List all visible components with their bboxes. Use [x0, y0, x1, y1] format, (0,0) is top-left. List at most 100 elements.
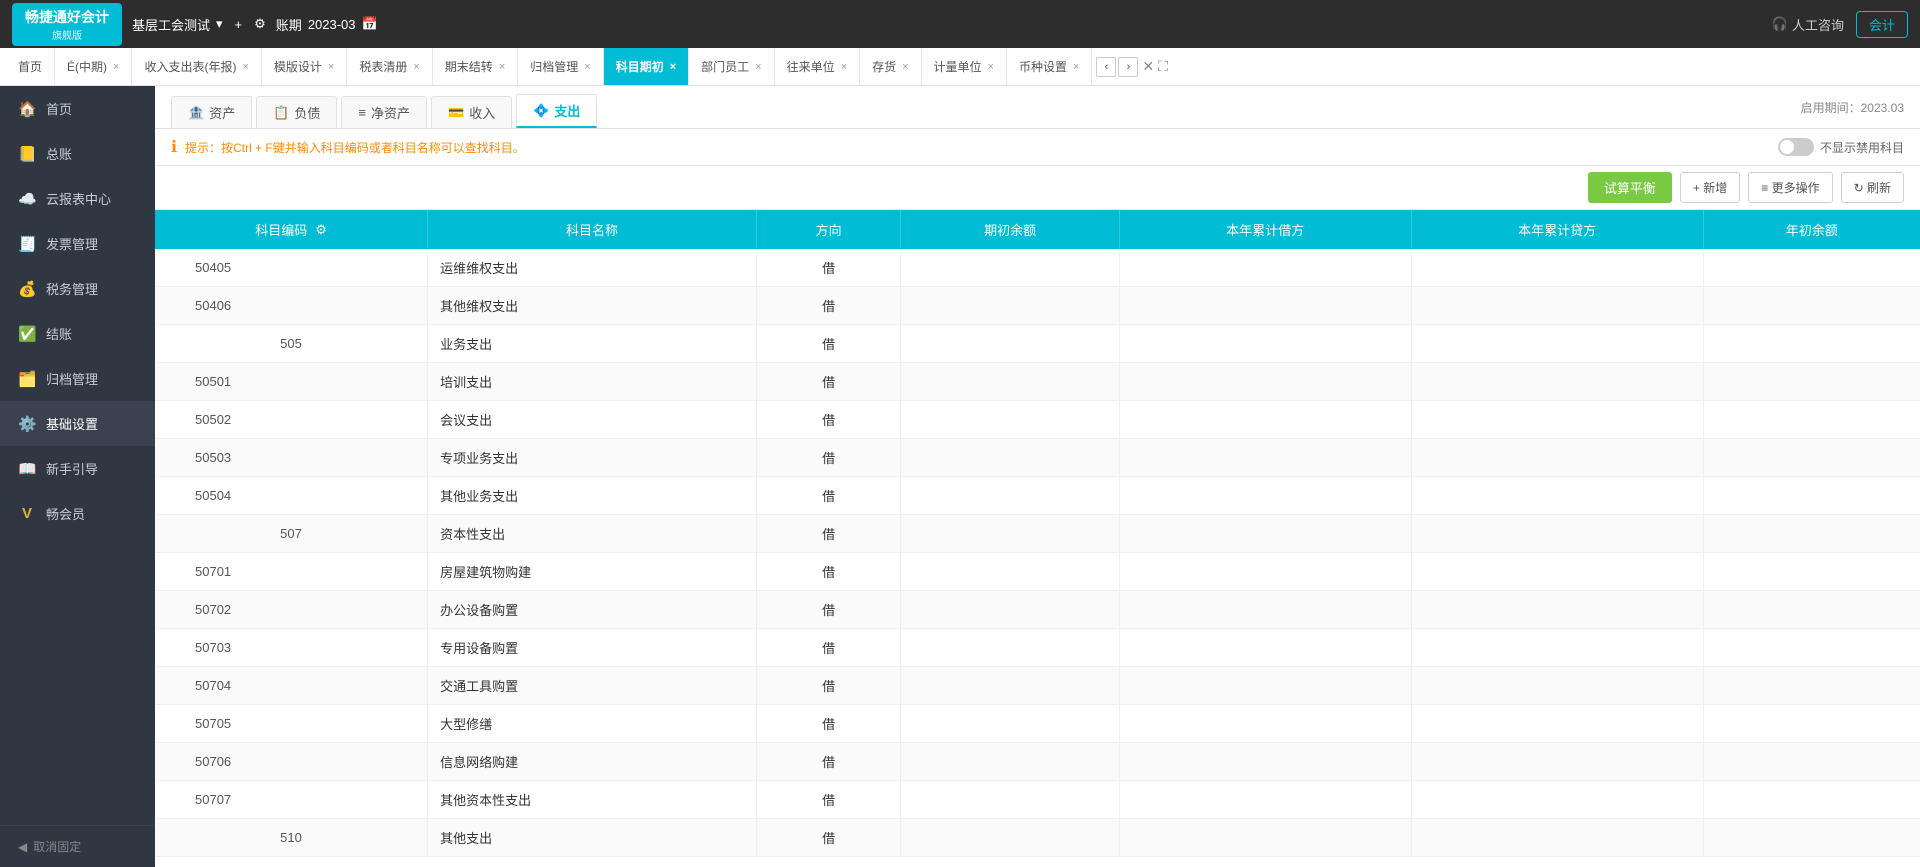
tab-home[interactable]: 首页	[6, 48, 55, 86]
cell-year-balance	[1703, 781, 1920, 819]
cell-name: 资本性支出	[428, 515, 757, 553]
tab-close-icon[interactable]: ×	[1073, 61, 1079, 73]
cell-year-balance	[1703, 515, 1920, 553]
tab-label: 收入支出表(年报)	[144, 58, 236, 75]
period-active-label: 启用期间：2023.03	[1801, 99, 1904, 122]
sidebar-item-close-account[interactable]: ✅ 结账	[0, 311, 155, 356]
cloud-icon: ☁️	[18, 190, 36, 208]
tab-tax-table[interactable]: 税表清册 ×	[347, 48, 432, 86]
sidebar-item-label: 总账	[46, 144, 72, 163]
tab-label: É(中期)	[67, 58, 107, 75]
table-row: 50406 其他维权支出 借	[155, 287, 1920, 325]
tab-archive[interactable]: 归档管理 ×	[518, 48, 603, 86]
invoice-icon: 🧾	[18, 235, 36, 253]
tab-subject-init[interactable]: 科目期初 ×	[604, 48, 689, 86]
tab-close-all-button[interactable]: ✕	[1142, 58, 1154, 75]
cell-direction: 借	[756, 401, 901, 439]
cell-name: 房屋建筑物购建	[428, 553, 757, 591]
cell-direction: 借	[756, 249, 901, 287]
add-button[interactable]: + 新增	[1680, 172, 1740, 203]
cell-name: 专项业务支出	[428, 439, 757, 477]
filter-tab-liability[interactable]: 📋 负债	[256, 96, 337, 128]
tab-close-icon[interactable]: ×	[755, 61, 761, 73]
cell-debit-ytd	[1119, 363, 1411, 401]
tab-department[interactable]: 部门员工 ×	[689, 48, 774, 86]
col-settings-icon[interactable]: ⚙	[315, 222, 327, 238]
cell-year-balance	[1703, 325, 1920, 363]
balance-button[interactable]: 试算平衡	[1588, 172, 1672, 203]
filter-tab-asset[interactable]: 🏦 资产	[171, 96, 252, 128]
cell-balance	[901, 401, 1119, 439]
filter-tab-bar: 🏦 资产 📋 负债 ≡ 净资产 💳 收入 💠 支出	[155, 86, 1920, 129]
filter-tab-net-asset[interactable]: ≡ 净资产	[341, 96, 427, 128]
sidebar-item-label: 基础设置	[46, 414, 98, 433]
cell-credit-ytd	[1411, 629, 1703, 667]
tab-period-carry[interactable]: 期末结转 ×	[433, 48, 518, 86]
sidebar-item-home[interactable]: 🏠 首页	[0, 86, 155, 131]
sidebar-item-label: 税务管理	[46, 279, 98, 298]
cell-credit-ytd	[1411, 553, 1703, 591]
table-row: 50702 办公设备购置 借	[155, 591, 1920, 629]
filter-tab-label: 支出	[554, 101, 580, 120]
sidebar-item-archive[interactable]: 🗂️ 归档管理	[0, 356, 155, 401]
col-balance: 期初余额	[901, 210, 1119, 249]
cell-credit-ytd	[1411, 249, 1703, 287]
tab-close-icon[interactable]: ×	[499, 61, 505, 73]
tab-close-icon[interactable]: ×	[584, 61, 590, 73]
sidebar-item-tax[interactable]: 💰 税务管理	[0, 266, 155, 311]
cell-debit-ytd	[1119, 325, 1411, 363]
tab-prev-button[interactable]: ‹	[1096, 57, 1116, 77]
sidebar-item-invoice[interactable]: 🧾 发票管理	[0, 221, 155, 266]
tab-close-icon[interactable]: ×	[988, 61, 994, 73]
more-button[interactable]: ≡ 更多操作	[1748, 172, 1832, 203]
sidebar-item-ledger[interactable]: 📒 总账	[0, 131, 155, 176]
tab-currency[interactable]: 币种设置 ×	[1007, 48, 1092, 86]
filter-tab-income[interactable]: 💳 收入	[431, 96, 512, 128]
project-selector[interactable]: 基层工会测试 ▾ + ⚙	[132, 15, 266, 34]
cell-balance	[901, 743, 1119, 781]
asset-icon: 🏦	[188, 105, 204, 121]
cell-credit-ytd	[1411, 363, 1703, 401]
tab-label: 期末结转	[445, 58, 493, 75]
tab-close-icon[interactable]: ×	[242, 61, 248, 73]
tab-unit[interactable]: 计量单位 ×	[922, 48, 1007, 86]
tab-label: 科目期初	[616, 58, 664, 75]
period-value: 2023-03	[308, 17, 356, 32]
sidebar-item-label: 归档管理	[46, 369, 98, 388]
tab-label: 往来单位	[787, 58, 835, 75]
tab-close-icon[interactable]: ×	[841, 61, 847, 73]
sidebar-item-label: 新手引导	[46, 459, 98, 478]
help-button[interactable]: 🎧 人工咨询	[1772, 15, 1844, 34]
tab-mid-period[interactable]: É(中期) ×	[55, 48, 132, 86]
filter-tab-expenditure[interactable]: 💠 支出	[516, 94, 597, 128]
tab-next-button[interactable]: ›	[1118, 57, 1138, 77]
cell-debit-ytd	[1119, 477, 1411, 515]
tab-label: 计量单位	[934, 58, 982, 75]
tab-close-icon[interactable]: ×	[902, 61, 908, 73]
tab-close-icon[interactable]: ×	[328, 61, 334, 73]
account-button[interactable]: 会计	[1856, 11, 1908, 38]
tab-income-annual[interactable]: 收入支出表(年报) ×	[132, 48, 261, 86]
cell-direction: 借	[756, 439, 901, 477]
cell-credit-ytd	[1411, 743, 1703, 781]
sidebar-item-member[interactable]: V 畅会员	[0, 491, 155, 536]
tab-close-icon[interactable]: ×	[113, 61, 119, 73]
sidebar-item-guide[interactable]: 📖 新手引导	[0, 446, 155, 491]
tab-expand-button[interactable]: ⛶	[1158, 58, 1168, 75]
sidebar-item-basic-settings[interactable]: ⚙️ 基础设置	[0, 401, 155, 446]
tab-inventory[interactable]: 存货 ×	[860, 48, 921, 86]
refresh-button[interactable]: ↻ 刷新	[1841, 172, 1904, 203]
tab-counterpart[interactable]: 往来单位 ×	[775, 48, 860, 86]
cell-balance	[901, 591, 1119, 629]
sidebar-collapse-button[interactable]: ◀ 取消固定	[0, 825, 155, 867]
disabled-toggle[interactable]	[1778, 138, 1814, 156]
subject-table: 科目编码 ⚙ 科目名称 方向 期初余额 本年累计借方 本年累计贷方 年初余额 5	[155, 210, 1920, 857]
cell-name: 培训支出	[428, 363, 757, 401]
tab-close-icon[interactable]: ×	[670, 61, 676, 73]
tab-close-icon[interactable]: ×	[413, 61, 419, 73]
cell-code: 50405	[155, 249, 428, 287]
sidebar-item-cloud-report[interactable]: ☁️ 云报表中心	[0, 176, 155, 221]
settings-icon[interactable]: ⚙	[254, 16, 266, 32]
add-icon[interactable]: +	[235, 17, 243, 32]
tab-template[interactable]: 模版设计 ×	[262, 48, 347, 86]
